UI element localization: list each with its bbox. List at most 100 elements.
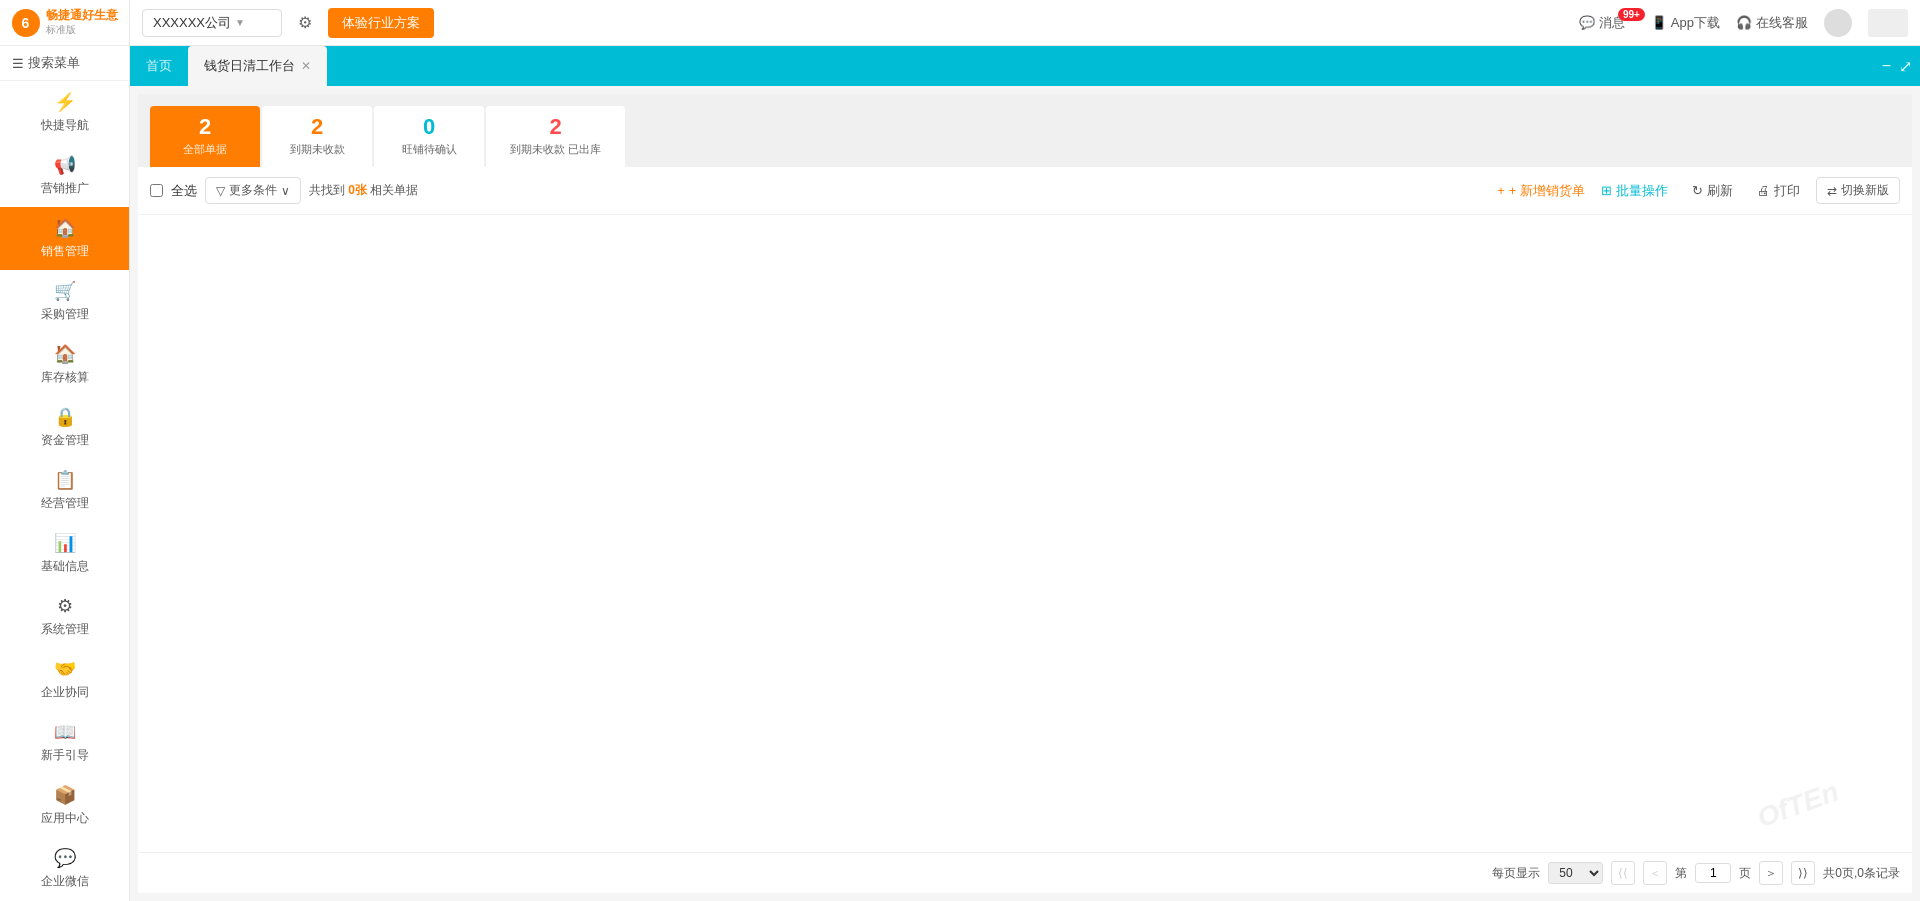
filter-button[interactable]: ▽ 更多条件 ∨: [205, 177, 301, 204]
app-download-label: App下载: [1671, 14, 1720, 32]
batch-operation-button[interactable]: ⊞ 批量操作: [1593, 178, 1676, 204]
stat-pending-label: 旺铺待确认: [402, 142, 457, 157]
refresh-label: 刷新: [1707, 182, 1733, 200]
sidebar-item-label: 库存核算: [41, 369, 89, 386]
add-sales-order-button[interactable]: + + 新增销货单: [1497, 182, 1585, 200]
sidebar-item-enterprise[interactable]: 🤝 企业协同: [0, 648, 129, 711]
sidebar-item-operation[interactable]: 📋 经营管理: [0, 459, 129, 522]
current-page-input[interactable]: [1695, 863, 1731, 883]
sidebar-item-label: 新手引导: [41, 747, 89, 764]
stat-tab-overdue-out[interactable]: 2 到期未收款 已出库: [486, 106, 625, 167]
app-center-icon: 📦: [54, 784, 76, 806]
refresh-button[interactable]: ↻ 刷新: [1684, 178, 1741, 204]
sidebar-item-quick-nav[interactable]: ⚡ 快捷导航: [0, 81, 129, 144]
header-right: 💬 消息 99 📱 App下载 🎧 在线客服: [1579, 9, 1908, 37]
filter-icon: ▽: [216, 184, 225, 198]
next-page-button[interactable]: ＞: [1759, 861, 1783, 885]
sidebar-item-app-center[interactable]: 📦 应用中心: [0, 774, 129, 837]
sidebar-item-wechat[interactable]: 💬 企业微信: [0, 837, 129, 900]
page-label: 第: [1675, 865, 1687, 882]
sidebar-item-label: 经营管理: [41, 495, 89, 512]
per-page-label: 每页显示: [1492, 865, 1540, 882]
guide-icon: 📖: [54, 721, 76, 743]
last-page-button[interactable]: ⟩⟩: [1791, 861, 1815, 885]
switch-label: 切换新版: [1841, 182, 1889, 199]
total-info: 共0页,0条记录: [1823, 865, 1900, 882]
sidebar-item-inventory[interactable]: 🏠 库存核算: [0, 333, 129, 396]
tab-daily-work[interactable]: 钱货日清工作台 ✕: [188, 46, 327, 86]
quick-nav-icon: ⚡: [54, 91, 76, 113]
logo-icon: 6: [12, 9, 40, 37]
stat-tab-all[interactable]: 2 全部单据: [150, 106, 260, 167]
tab-maximize-button[interactable]: ⤢: [1899, 57, 1912, 76]
sidebar-item-basic[interactable]: 📊 基础信息: [0, 522, 129, 585]
system-icon: ⚙: [57, 595, 73, 617]
experience-button[interactable]: 体验行业方案: [328, 8, 434, 38]
tab-minimize-button[interactable]: −: [1882, 57, 1891, 75]
content-area: 2 全部单据 2 到期未收款 0 旺铺待确认 2 到期未收款 已出库 全选 ▽ …: [138, 94, 1912, 893]
add-btn-label: + 新增销货单: [1509, 182, 1585, 200]
batch-label: 批量操作: [1616, 182, 1668, 200]
message-badge: 99: [1618, 8, 1645, 21]
tab-bar: 首页 钱货日清工作台 ✕ − ⤢: [130, 46, 1920, 86]
refresh-icon: ↻: [1692, 183, 1703, 198]
filter-label: 更多条件: [229, 182, 277, 199]
company-selector[interactable]: XXXXXX公司 ▼: [142, 9, 282, 37]
stat-overdue-out-label: 到期未收款 已出库: [510, 142, 601, 157]
sidebar-item-label: 营销推广: [41, 180, 89, 197]
sidebar-item-label: 基础信息: [41, 558, 89, 575]
select-all-checkbox[interactable]: [150, 184, 163, 197]
print-button[interactable]: 🖨 打印: [1749, 178, 1808, 204]
found-text: 共找到 0张 相关单据: [309, 182, 418, 199]
main-content: 2 全部单据 2 到期未收款 0 旺铺待确认 2 到期未收款 已出库 全选 ▽ …: [130, 86, 1920, 901]
sidebar-item-marketing[interactable]: 📢 营销推广: [0, 144, 129, 207]
sidebar-item-label: 资金管理: [41, 432, 89, 449]
sidebar-item-finance[interactable]: 🔒 资金管理: [0, 396, 129, 459]
stat-overdue-out-number: 2: [549, 114, 561, 140]
sidebar-item-label: 销售管理: [41, 243, 89, 260]
sidebar-item-guide[interactable]: 📖 新手引导: [0, 711, 129, 774]
tab-home-label: 首页: [146, 57, 172, 75]
tab-home[interactable]: 首页: [130, 46, 188, 86]
marketing-icon: 📢: [54, 154, 76, 176]
sidebar: 6 畅捷通好生意 标准版 ☰ 搜索菜单 ⚡ 快捷导航 📢 营销推广 🏠 销售管理: [0, 0, 130, 901]
stat-pending-number: 0: [423, 114, 435, 140]
sidebar-nav: ☰ 搜索菜单 ⚡ 快捷导航 📢 营销推广 🏠 销售管理 🛒 采购管理 🏠 库存核…: [0, 46, 129, 901]
sidebar-item-purchase[interactable]: 🛒 采购管理: [0, 270, 129, 333]
tab-close-icon[interactable]: ✕: [301, 59, 311, 73]
toolbar: 全选 ▽ 更多条件 ∨ 共找到 0张 相关单据 + + 新增销货单 ⊞ 批量操作: [138, 167, 1912, 215]
online-service-button[interactable]: 🎧 在线客服: [1736, 14, 1808, 32]
company-name: XXXXXX公司: [153, 14, 231, 32]
app-edition: 标准版: [46, 23, 118, 37]
stat-tab-overdue[interactable]: 2 到期未收款: [262, 106, 372, 167]
per-page-select[interactable]: 50 100: [1548, 862, 1603, 884]
operation-icon: 📋: [54, 469, 76, 491]
prev-page-button[interactable]: ＜: [1643, 861, 1667, 885]
pagination-bar: 每页显示 50 100 ⟨⟨ ＜ 第 页 ＞ ⟩⟩ 共0页,0条记录: [138, 852, 1912, 893]
purchase-icon: 🛒: [54, 280, 76, 302]
chevron-down-icon: ▼: [235, 17, 245, 28]
inventory-icon: 🏠: [54, 343, 76, 365]
stat-all-number: 2: [199, 114, 211, 140]
sidebar-item-system[interactable]: ⚙ 系统管理: [0, 585, 129, 648]
batch-icon: ⊞: [1601, 183, 1612, 198]
header-actions: ⚙ 体验行业方案: [290, 8, 434, 38]
message-button[interactable]: 💬 消息 99: [1579, 14, 1635, 32]
switch-version-button[interactable]: ⇄ 切换新版: [1816, 177, 1900, 204]
sidebar-item-search-menu[interactable]: ☰ 搜索菜单: [0, 46, 129, 81]
stat-overdue-label: 到期未收款: [290, 142, 345, 157]
sidebar-item-label: 采购管理: [41, 306, 89, 323]
print-icon: 🖨: [1757, 183, 1770, 198]
online-service-label: 在线客服: [1756, 14, 1808, 32]
first-page-button[interactable]: ⟨⟨: [1611, 861, 1635, 885]
settings-button[interactable]: ⚙: [290, 8, 320, 38]
app-download-button[interactable]: 📱 App下载: [1651, 14, 1720, 32]
tab-daily-work-label: 钱货日清工作台: [204, 57, 295, 75]
sidebar-item-sales[interactable]: 🏠 销售管理: [0, 207, 129, 270]
stat-tab-pending[interactable]: 0 旺铺待确认: [374, 106, 484, 167]
sales-icon: 🏠: [54, 217, 76, 239]
tab-bar-actions: − ⤢: [1882, 57, 1920, 76]
avatar[interactable]: [1824, 9, 1852, 37]
stat-all-label: 全部单据: [183, 142, 227, 157]
stat-overdue-number: 2: [311, 114, 323, 140]
